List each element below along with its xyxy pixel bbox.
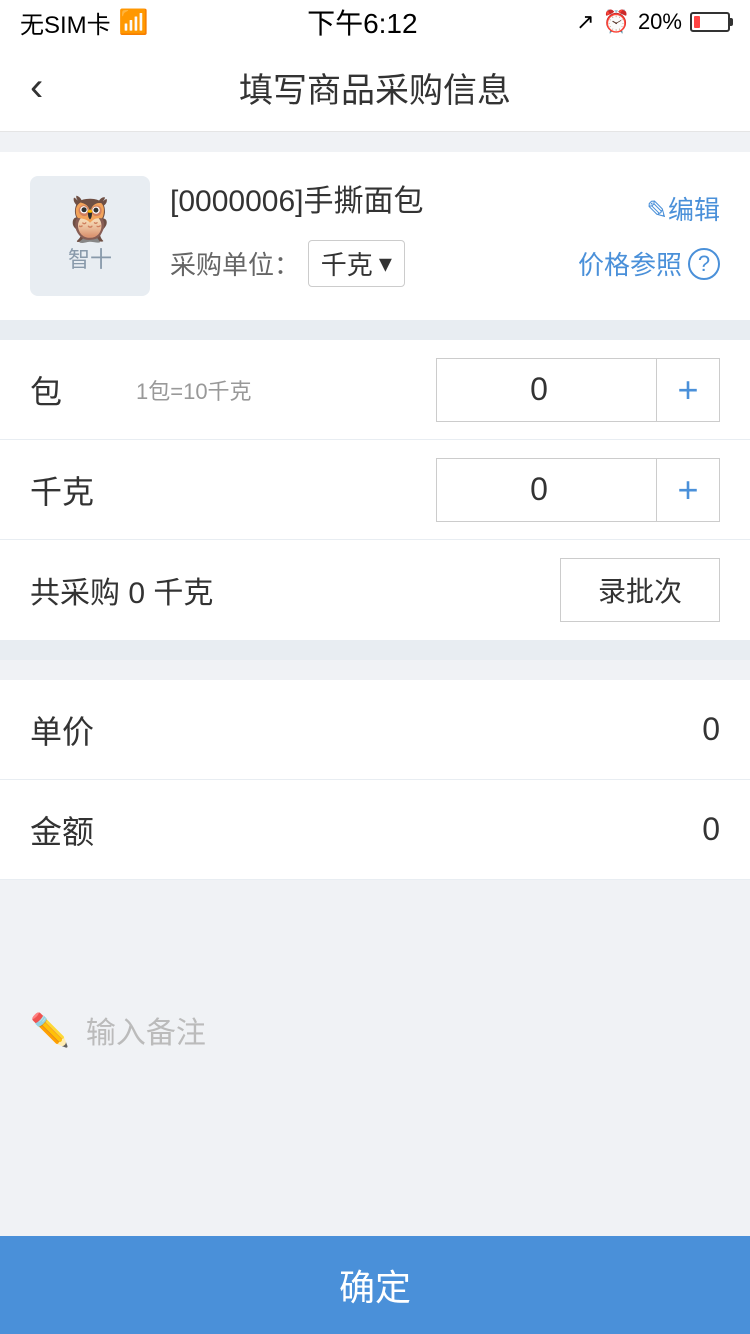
price-section: 单价 0 金额 0 xyxy=(0,680,750,880)
unit-value: 千克 xyxy=(321,245,373,282)
product-info: [0000006]手撕面包 ✎编辑 采购单位： 千克 ▾ 价格参照 ? xyxy=(170,176,720,287)
package-sub-label: 1包=10千克 xyxy=(136,374,252,406)
package-quantity-input[interactable] xyxy=(436,358,656,422)
status-left: 无SIM卡 📶 xyxy=(20,5,149,40)
kg-quantity-input[interactable] xyxy=(436,458,656,522)
amount-value: 0 xyxy=(702,811,720,848)
product-header: [0000006]手撕面包 ✎编辑 xyxy=(170,176,720,240)
price-reference-button[interactable]: 价格参照 ? xyxy=(578,245,720,282)
product-logo-text: 智十 xyxy=(68,242,112,274)
record-batch-button[interactable]: 录批次 xyxy=(560,558,720,622)
total-purchase-text: 共采购 0 千克 xyxy=(30,568,213,612)
pencil-icon: ✏️ xyxy=(30,1011,70,1049)
remark-section[interactable]: ✏️ 输入备注 xyxy=(0,880,750,1180)
page-title: 填写商品采购信息 xyxy=(239,63,511,112)
location-icon: ↗ xyxy=(576,9,594,35)
package-label: 包 xyxy=(30,367,130,413)
wifi-icon: 📶 xyxy=(119,8,149,37)
remark-placeholder-text: 输入备注 xyxy=(86,1008,206,1052)
unit-dropdown[interactable]: 千克 ▾ xyxy=(308,240,405,287)
back-button[interactable]: ‹ xyxy=(30,65,43,110)
product-thumbnail: 🦉 智十 xyxy=(30,176,150,296)
edit-button[interactable]: ✎编辑 xyxy=(646,190,720,227)
battery-percent: 20% xyxy=(638,9,682,35)
carrier-text: 无SIM卡 xyxy=(20,5,111,40)
summary-row: 共采购 0 千克 录批次 xyxy=(0,540,750,640)
amount-row: 金额 0 xyxy=(0,780,750,880)
unit-price-label: 单价 xyxy=(30,707,94,753)
battery-indicator xyxy=(690,12,730,32)
info-icon: ? xyxy=(688,248,720,280)
product-logo-icon: 🦉 xyxy=(63,198,118,242)
confirm-button[interactable]: 确定 xyxy=(0,1236,750,1334)
section-divider-1 xyxy=(0,320,750,340)
product-meta: 采购单位： 千克 ▾ 价格参照 ? xyxy=(170,240,720,287)
section-divider-2 xyxy=(0,640,750,660)
product-card: 🦉 智十 [0000006]手撕面包 ✎编辑 采购单位： 千克 ▾ 价格参照 ? xyxy=(0,152,750,320)
status-right: ↗ ⏰ 20% xyxy=(576,9,730,35)
kg-input-group: + xyxy=(436,458,720,522)
package-input-section: 包 1包=10千克 + 千克 + 共采购 0 千克 录批次 xyxy=(0,340,750,640)
nav-bar: ‹ 填写商品采购信息 xyxy=(0,44,750,132)
product-name: [0000006]手撕面包 xyxy=(170,176,423,220)
kg-plus-button[interactable]: + xyxy=(656,458,720,522)
price-ref-label: 价格参照 xyxy=(578,245,682,282)
package-plus-button[interactable]: + xyxy=(656,358,720,422)
kg-label: 千克 xyxy=(30,467,130,513)
dropdown-arrow-icon: ▾ xyxy=(379,248,392,279)
unit-prefix: 采购单位： xyxy=(170,250,300,280)
unit-selector[interactable]: 采购单位： 千克 ▾ xyxy=(170,240,405,287)
amount-label: 金额 xyxy=(30,807,94,853)
unit-price-value: 0 xyxy=(702,711,720,748)
unit-price-row: 单价 0 xyxy=(0,680,750,780)
confirm-button-label: 确定 xyxy=(339,1259,411,1311)
package-input-group: + xyxy=(436,358,720,422)
status-time: 下午6:12 xyxy=(307,2,418,42)
package-row: 包 1包=10千克 + xyxy=(0,340,750,440)
status-bar: 无SIM卡 📶 下午6:12 ↗ ⏰ 20% xyxy=(0,0,750,44)
alarm-icon: ⏰ xyxy=(603,9,630,35)
kg-row: 千克 + xyxy=(0,440,750,540)
